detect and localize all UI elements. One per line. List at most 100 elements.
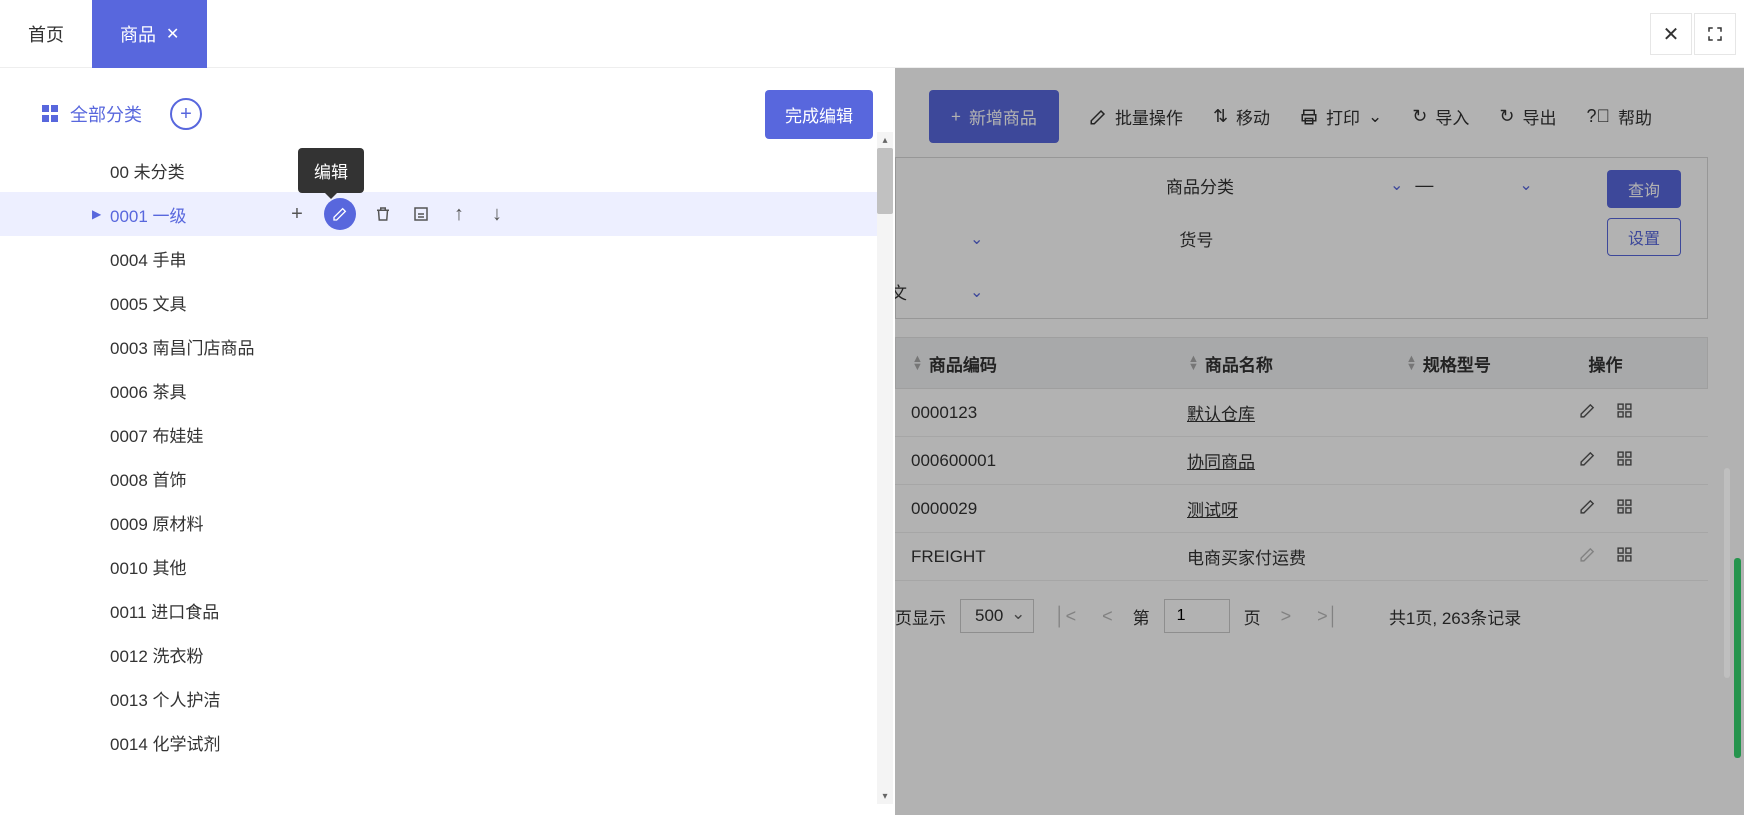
move-button[interactable]: ⇅ 移动 — [1213, 104, 1270, 129]
tree-item[interactable]: 0010 其他 — [0, 544, 877, 588]
batch-label: 批量操作 — [1115, 104, 1183, 129]
tree-item[interactable]: 00 未分类 — [0, 148, 877, 192]
tree-item[interactable]: 0013 个人护洁 — [0, 676, 877, 720]
next-page-button[interactable]: > — [1275, 606, 1298, 627]
tree-item[interactable]: 0006 茶具 — [0, 368, 877, 412]
scrollbar-track[interactable]: ▴ ▾ — [877, 148, 893, 788]
prev-page-button[interactable]: < — [1096, 606, 1119, 627]
edit-icon — [1089, 108, 1107, 126]
fullscreen-button[interactable] — [1694, 13, 1736, 55]
batch-ops-button[interactable]: 批量操作 — [1089, 104, 1183, 129]
chevron-down-icon[interactable]: ⌄ — [1390, 175, 1403, 195]
row-edit-button[interactable] — [1579, 402, 1596, 424]
move-down-button[interactable]: ↓ — [486, 203, 508, 225]
chevron-down-icon[interactable]: ⌄ — [1519, 175, 1532, 195]
table-row[interactable]: 0000029测试呀 — [895, 485, 1708, 533]
edit-tooltip: 编辑 — [298, 148, 364, 193]
add-product-button[interactable]: + 新增商品 — [929, 90, 1059, 143]
grid-icon — [42, 105, 60, 123]
tree-item[interactable]: ▶0001 一级+↑↓编辑 — [0, 192, 877, 236]
tab-home[interactable]: 首页 — [0, 0, 92, 68]
scroll-up-icon[interactable]: ▴ — [877, 132, 893, 148]
row-edit-button[interactable] — [1579, 498, 1596, 520]
table-row[interactable]: 0000123默认仓库 — [895, 389, 1708, 437]
filter-box: 商品分类 ⌄ — ⌄ ⌄ 货号 文 ⌄ 查询 设置 — [895, 157, 1708, 319]
tab-product[interactable]: 商品 ✕ — [92, 0, 207, 68]
th-spec-label: 规格型号 — [1423, 351, 1491, 376]
add-product-label: 新增商品 — [969, 104, 1037, 129]
row-more-button[interactable] — [1616, 498, 1633, 520]
all-categories-link[interactable]: 全部分类 — [42, 101, 142, 127]
move-label: 移动 — [1236, 104, 1270, 129]
table-scrollbar[interactable] — [1724, 468, 1730, 678]
tree-item[interactable]: 0008 首饰 — [0, 456, 877, 500]
product-name-link[interactable]: 测试呀 — [1187, 501, 1238, 520]
product-name-link[interactable]: 默认仓库 — [1187, 405, 1255, 424]
th-name-label: 商品名称 — [1205, 351, 1273, 376]
chevron-down-icon[interactable]: ⌄ — [970, 229, 983, 249]
delete-button[interactable] — [372, 203, 394, 225]
first-page-button[interactable]: │< — [1048, 606, 1082, 627]
filter-category-to[interactable] — [1445, 172, 1505, 198]
chevron-down-icon[interactable]: ⌄ — [970, 282, 983, 302]
row-more-button[interactable] — [1616, 546, 1633, 568]
close-icon[interactable]: ✕ — [166, 24, 179, 44]
help-button[interactable]: ?⃝ 帮助 — [1586, 104, 1652, 129]
import-button[interactable]: ↻ 导入 — [1412, 104, 1469, 129]
tree-item-label: 0007 布娃娃 — [110, 422, 204, 447]
right-edge-accent — [1734, 558, 1741, 758]
page-word-1: 第 — [1133, 604, 1150, 629]
add-child-button[interactable]: + — [286, 203, 308, 225]
per-page-select[interactable]: 500 — [960, 599, 1034, 633]
filter-category-from[interactable] — [1256, 172, 1376, 198]
tree-item[interactable]: 0011 进口食品 — [0, 588, 877, 632]
tree-item-label: 0006 茶具 — [110, 378, 187, 403]
finish-edit-button[interactable]: 完成编辑 — [765, 90, 873, 139]
tree-item[interactable]: 0005 文具 — [0, 280, 877, 324]
settings-button[interactable]: 设置 — [1607, 218, 1681, 256]
export-label: 导出 — [1522, 104, 1556, 129]
add-category-button[interactable]: + — [170, 98, 202, 130]
print-button[interactable]: 打印 ⌄ — [1300, 104, 1382, 129]
edit-button[interactable] — [324, 198, 356, 230]
tree-item-label: 0010 其他 — [110, 554, 187, 579]
table-row[interactable]: 000600001协同商品 — [895, 437, 1708, 485]
table-row[interactable]: FREIGHT电商买家付运费 — [895, 533, 1708, 581]
search-button[interactable]: 查询 — [1607, 170, 1681, 208]
tree-item[interactable]: 0003 南昌门店商品 — [0, 324, 877, 368]
row-more-button[interactable] — [1616, 402, 1633, 424]
sort-icon: ▲▼ — [1188, 355, 1199, 371]
move-up-button[interactable]: ↑ — [448, 203, 470, 225]
tree-item-label: 0004 手串 — [110, 246, 187, 271]
th-name[interactable]: ▲▼ 商品名称 — [1178, 351, 1396, 376]
per-page-label: 页显示 — [895, 604, 946, 629]
all-categories-label: 全部分类 — [70, 101, 142, 127]
archive-button[interactable] — [410, 203, 432, 225]
last-page-button[interactable]: >│ — [1311, 606, 1345, 627]
th-code[interactable]: ▲▼ 商品编码 — [896, 351, 1178, 376]
cell-ops — [1503, 402, 1708, 424]
tree-item[interactable]: 0004 手串 — [0, 236, 877, 280]
tree-item[interactable]: 0009 原材料 — [0, 500, 877, 544]
tree-item-actions: + ↑ ↓ — [286, 198, 508, 230]
tree-item[interactable]: 0007 布娃娃 — [0, 412, 877, 456]
product-table: ▲▼ 商品编码 ▲▼ 商品名称 ▲▼ 规格型号 操作 0000123 — [895, 337, 1708, 581]
page-input[interactable] — [1164, 599, 1230, 633]
page-word-2: 页 — [1244, 604, 1261, 629]
row-more-button[interactable] — [1616, 450, 1633, 472]
product-name-link[interactable]: 协同商品 — [1187, 453, 1255, 472]
category-panel: 全部分类 + 完成编辑 00 未分类▶0001 一级+↑↓编辑0004 手串00… — [0, 68, 895, 815]
plus-icon: + — [951, 107, 961, 127]
scroll-down-icon[interactable]: ▾ — [877, 788, 893, 804]
window-controls: ✕ — [1650, 0, 1736, 68]
row-edit-button[interactable] — [1579, 450, 1596, 472]
tree-item[interactable]: 0014 化学试剂 — [0, 720, 877, 764]
tree-item[interactable]: 0012 洗衣粉 — [0, 632, 877, 676]
th-spec[interactable]: ▲▼ 规格型号 — [1396, 351, 1504, 376]
export-button[interactable]: ↻ 导出 — [1499, 104, 1556, 129]
category-tree: 00 未分类▶0001 一级+↑↓编辑0004 手串0005 文具0003 南昌… — [0, 148, 877, 764]
export-icon: ↻ — [1499, 106, 1514, 127]
cell-name: 电商买家付运费 — [1177, 544, 1395, 569]
close-all-tabs-button[interactable]: ✕ — [1650, 13, 1692, 55]
scrollbar-thumb[interactable] — [877, 148, 893, 214]
